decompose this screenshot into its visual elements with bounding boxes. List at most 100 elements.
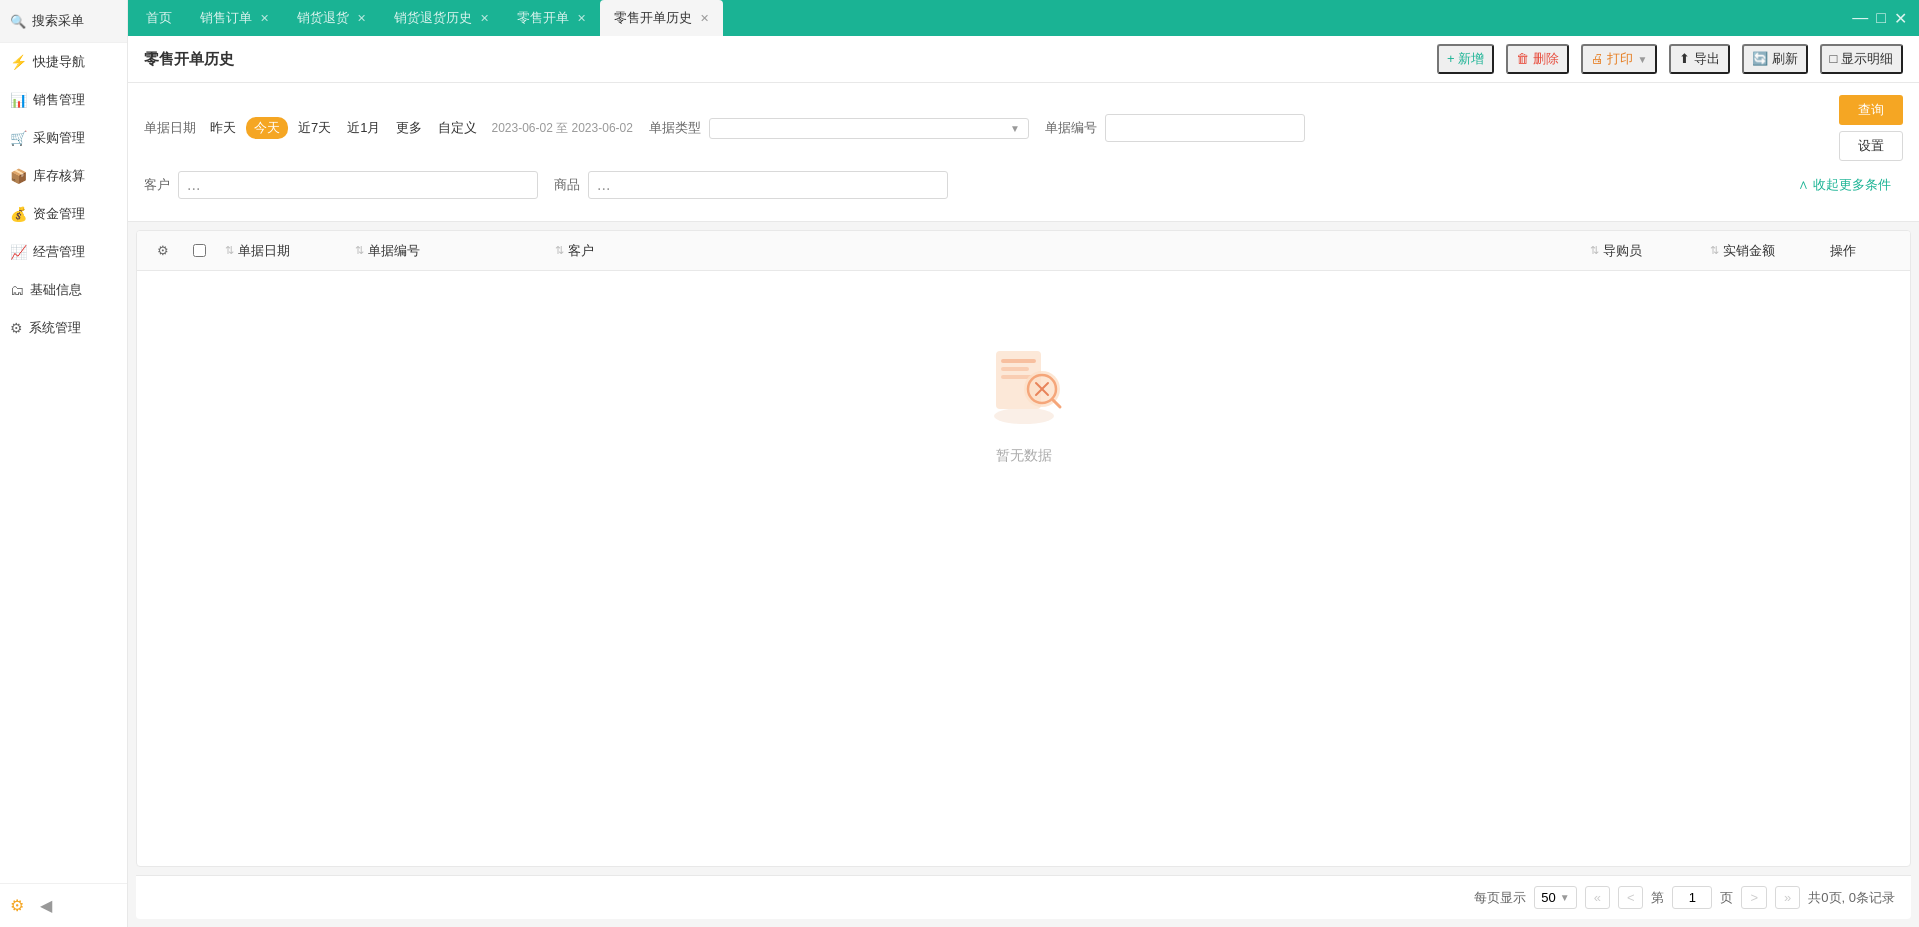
main-area: 首页 销售订单 ✕ 销货退货 ✕ 销货退货历史 ✕ 零售开单 ✕ 零售开单历史 … (128, 0, 1919, 927)
docnum-label: 单据编号 (1045, 119, 1097, 137)
pagination: 每页显示 50 ▼ « < 第 页 > » 共0页, 0条记录 (136, 875, 1911, 919)
sidebar-item-system-mgmt[interactable]: ⚙ 系统管理 (0, 309, 127, 347)
sidebar-search[interactable]: 🔍 搜索采单 (0, 0, 127, 43)
tab-retail-open[interactable]: 零售开单 ✕ (503, 0, 600, 36)
export-label: ⬆ 导出 (1679, 50, 1720, 68)
date-btn-more[interactable]: 更多 (390, 117, 428, 139)
tab-sales-order-label: 销售订单 (200, 9, 252, 27)
prev-page-button[interactable]: < (1618, 886, 1644, 909)
tab-sales-return[interactable]: 销货退货 ✕ (283, 0, 380, 36)
date-btn-yesterday[interactable]: 昨天 (204, 117, 242, 139)
sidebar-item-sales-mgmt[interactable]: 📊 销售管理 (0, 81, 127, 119)
page-size-dropdown-icon: ▼ (1560, 892, 1570, 903)
date-btn-today[interactable]: 今天 (246, 117, 288, 139)
content-area: 零售开单历史 + 新增 🗑 删除 🖨 打印 ▼ ⬆ 导出 🔄 刷新 (128, 36, 1919, 927)
date-btn-1month[interactable]: 近1月 (341, 117, 386, 139)
minimize-icon[interactable]: — (1852, 9, 1868, 27)
filter-goods-item: 商品 ... (554, 171, 948, 199)
sidebar-bottom: ⚙ ◀ (0, 883, 127, 927)
svg-rect-2 (1001, 359, 1036, 363)
total-info: 共0页, 0条记录 (1808, 889, 1895, 907)
first-page-button[interactable]: « (1585, 886, 1610, 909)
refresh-label: 🔄 刷新 (1752, 50, 1798, 68)
col-num[interactable]: ⇅ 单据编号 (347, 242, 547, 260)
export-button[interactable]: ⬆ 导出 (1669, 44, 1730, 74)
delete-button[interactable]: 🗑 删除 (1506, 44, 1569, 74)
client-input[interactable]: ... (178, 171, 538, 199)
query-button[interactable]: 查询 (1839, 95, 1903, 125)
filter-docnum-item: 单据编号 (1045, 114, 1305, 142)
inventory-icon: 📦 (10, 168, 27, 184)
col-num-sort-icon: ⇅ (355, 244, 364, 257)
last-page-button[interactable]: » (1775, 886, 1800, 909)
doctype-select[interactable]: ▼ (709, 118, 1029, 139)
maximize-icon[interactable]: □ (1876, 9, 1886, 27)
print-button[interactable]: 🖨 打印 ▼ (1581, 44, 1658, 74)
add-button[interactable]: + 新增 (1437, 44, 1494, 74)
docnum-input[interactable] (1105, 114, 1305, 142)
select-all-checkbox[interactable] (181, 244, 217, 257)
next-page-button[interactable]: > (1741, 886, 1767, 909)
column-settings-button[interactable]: ⚙ (145, 243, 181, 258)
sidebar-item-quick-nav[interactable]: ⚡ 快捷导航 (0, 43, 127, 81)
close-window-icon[interactable]: ✕ (1894, 9, 1907, 28)
col-date[interactable]: ⇅ 单据日期 (217, 242, 347, 260)
date-btn-7days[interactable]: 近7天 (292, 117, 337, 139)
display-detail-button[interactable]: □ 显示明细 (1820, 44, 1903, 74)
col-date-sort-icon: ⇅ (225, 244, 234, 257)
col-amount-sort-icon: ⇅ (1710, 244, 1719, 257)
sidebar-item-label-inventory: 库存核算 (33, 167, 85, 185)
filter-panel: 单据日期 昨天 今天 近7天 近1月 更多 自定义 2023-06-02 至 2… (128, 83, 1919, 222)
page-size-value: 50 (1541, 890, 1555, 905)
sidebar-item-label-quick-nav: 快捷导航 (33, 53, 85, 71)
header-checkbox[interactable] (193, 244, 206, 257)
col-amount[interactable]: ⇅ 实销金额 (1702, 242, 1822, 260)
svg-line-7 (1053, 400, 1060, 407)
tab-retail-open-history-label: 零售开单历史 (614, 9, 692, 27)
sidebar-item-finance[interactable]: 💰 资金管理 (0, 195, 127, 233)
col-guide[interactable]: ⇅ 导购员 (1582, 242, 1702, 260)
tab-retail-open-close[interactable]: ✕ (577, 12, 586, 25)
page-title: 零售开单历史 (144, 50, 234, 69)
tab-sales-return-history-close[interactable]: ✕ (480, 12, 489, 25)
tab-sales-order-close[interactable]: ✕ (260, 12, 269, 25)
goods-label: 商品 (554, 176, 580, 194)
system-icon: ⚙ (10, 320, 23, 336)
tab-sales-return-close[interactable]: ✕ (357, 12, 366, 25)
sidebar-item-inventory[interactable]: 📦 库存核算 (0, 157, 127, 195)
sidebar-item-basic-info[interactable]: 🗂 基础信息 (0, 271, 127, 309)
date-options-group: 昨天 今天 近7天 近1月 更多 自定义 (204, 117, 483, 139)
tab-home[interactable]: 首页 (132, 0, 186, 36)
page-size-select[interactable]: 50 ▼ (1534, 886, 1576, 909)
col-client[interactable]: ⇅ 客户 (547, 242, 1582, 260)
tab-sales-return-history[interactable]: 销货退货历史 ✕ (380, 0, 503, 36)
page-number-input[interactable] (1672, 886, 1712, 909)
tab-sales-return-label: 销货退货 (297, 9, 349, 27)
sales-icon: 📊 (10, 92, 27, 108)
collapse-sidebar-icon[interactable]: ◀ (40, 896, 52, 915)
tab-retail-open-history[interactable]: 零售开单历史 ✕ (600, 0, 723, 36)
date-btn-custom[interactable]: 自定义 (432, 117, 483, 139)
col-num-label: 单据编号 (368, 242, 420, 260)
tab-retail-open-history-close[interactable]: ✕ (700, 12, 709, 25)
filter-row-2: 客户 ... 商品 ... ∧ 收起更多条件 (144, 171, 1903, 199)
empty-state: 暂无数据 (137, 271, 1910, 525)
doctype-dropdown-icon: ▼ (1010, 123, 1020, 134)
date-filter-label: 单据日期 (144, 119, 196, 137)
sidebar-item-label-system: 系统管理 (29, 319, 81, 337)
filter-row-1: 单据日期 昨天 今天 近7天 近1月 更多 自定义 2023-06-02 至 2… (144, 95, 1903, 161)
client-ellipsis: ... (187, 176, 200, 194)
filter-settings-button[interactable]: 设置 (1839, 131, 1903, 161)
goods-input[interactable]: ... (588, 171, 948, 199)
tab-bar-right: — □ ✕ (1852, 9, 1915, 28)
sidebar-item-purchase-mgmt[interactable]: 🛒 采购管理 (0, 119, 127, 157)
sidebar-item-operations[interactable]: 📈 经营管理 (0, 233, 127, 271)
collapse-filter-button[interactable]: ∧ 收起更多条件 (1786, 172, 1903, 198)
empty-text: 暂无数据 (996, 447, 1052, 465)
doctype-label: 单据类型 (649, 119, 701, 137)
tab-sales-order[interactable]: 销售订单 ✕ (186, 0, 283, 36)
empty-illustration (974, 331, 1074, 431)
settings-icon[interactable]: ⚙ (10, 896, 24, 915)
refresh-button[interactable]: 🔄 刷新 (1742, 44, 1808, 74)
filter-doctype-item: 单据类型 ▼ (649, 118, 1029, 139)
